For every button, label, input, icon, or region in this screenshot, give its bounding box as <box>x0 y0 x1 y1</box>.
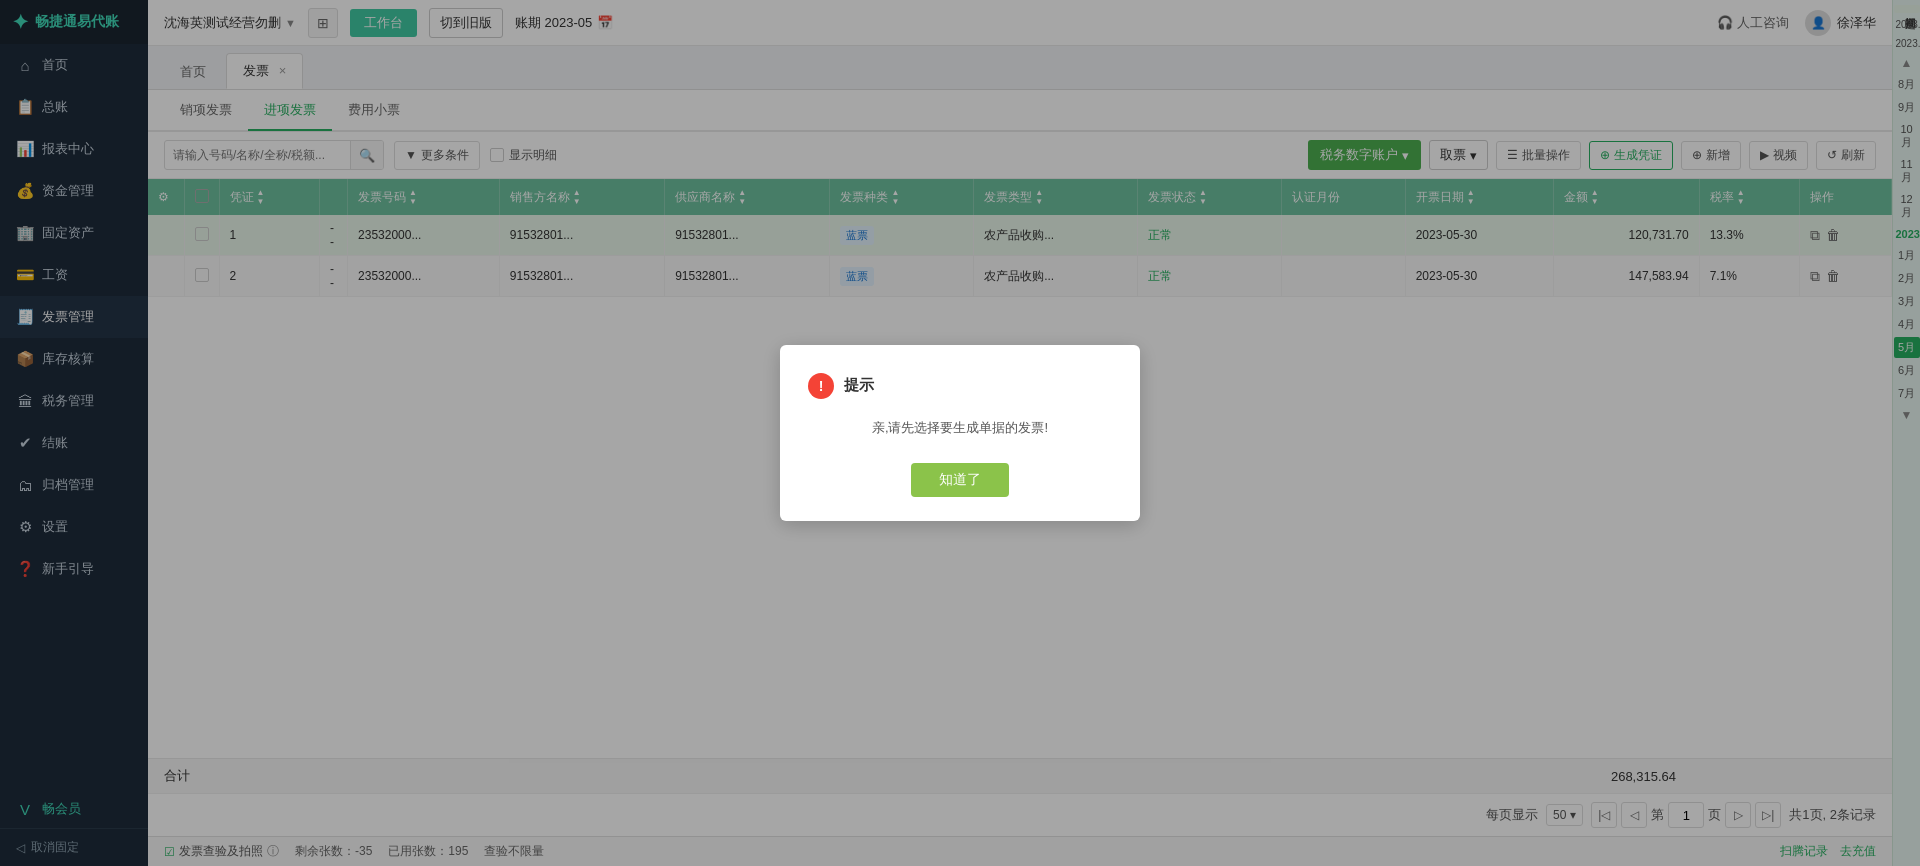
modal-ok-button[interactable]: 知道了 <box>911 463 1009 497</box>
modal-title-row: ! 提示 <box>808 373 1112 399</box>
modal-overlay: ! 提示 亲,请先选择要生成单据的发票! 知道了 <box>0 0 1920 866</box>
modal-title: 提示 <box>844 376 874 395</box>
modal-box: ! 提示 亲,请先选择要生成单据的发票! 知道了 <box>780 345 1140 521</box>
modal-footer: 知道了 <box>808 463 1112 497</box>
modal-warning-icon: ! <box>808 373 834 399</box>
modal-body: 亲,请先选择要生成单据的发票! <box>808 417 1112 439</box>
